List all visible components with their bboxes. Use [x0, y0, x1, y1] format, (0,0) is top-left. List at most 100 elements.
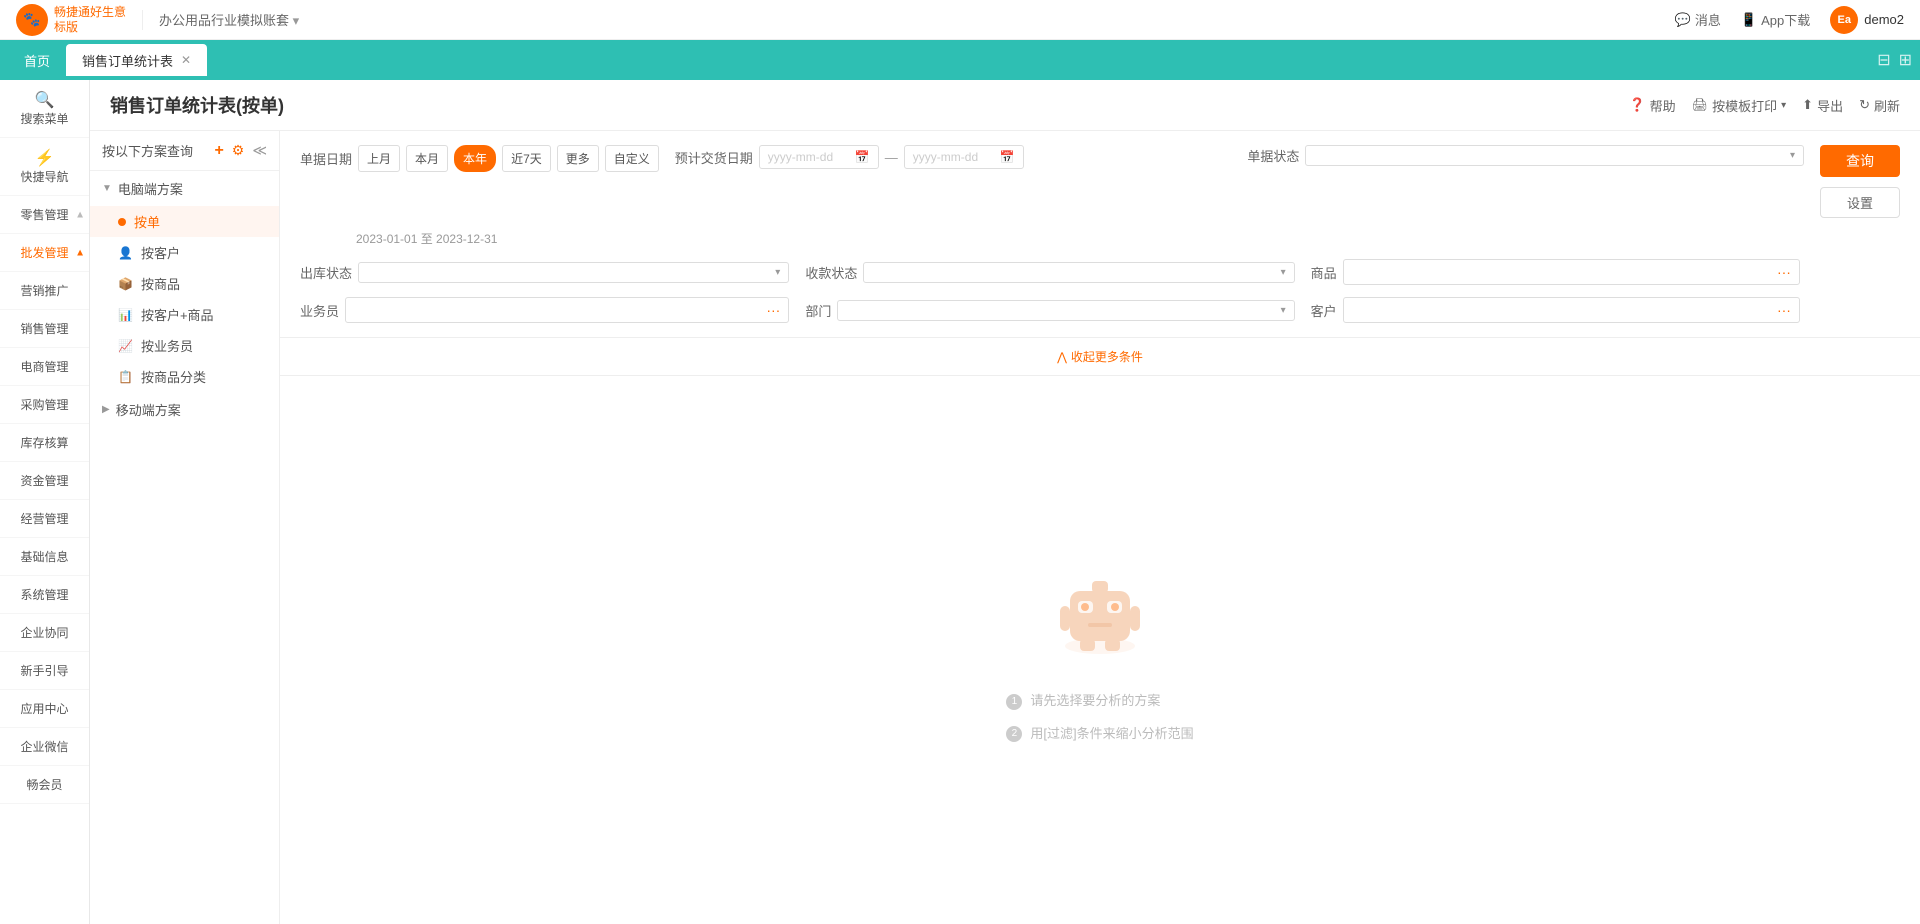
- salesperson-label: 业务员: [300, 301, 339, 320]
- goods-ellipsis[interactable]: ···: [1777, 264, 1791, 280]
- date-btn-custom[interactable]: 自定义: [605, 145, 659, 172]
- scheme-item-by-product[interactable]: 📦 按商品: [90, 268, 279, 299]
- tab-sales-order-stats[interactable]: 销售订单统计表 ✕: [66, 44, 207, 76]
- tab-bar: 首页 销售订单统计表 ✕ ⊟ ⊞: [0, 40, 1920, 80]
- order-status-select[interactable]: ▾: [1305, 145, 1804, 166]
- scheme-panel-title: 按以下方案查询: [102, 141, 193, 160]
- sidebar-item-marketing[interactable]: 营销推广: [0, 272, 89, 310]
- order-status-group: 单据状态 ▾: [1247, 145, 1804, 166]
- scheme-item-by-product-category[interactable]: 📋 按商品分类: [90, 361, 279, 392]
- department-select[interactable]: ▾: [837, 300, 1294, 321]
- sidebar-item-finance-mgmt[interactable]: 资金管理: [0, 462, 89, 500]
- page-title-text: 办公用品行业模拟账套: [159, 13, 289, 28]
- date-btn-this-month[interactable]: 本月: [406, 145, 448, 172]
- sidebar-item-basic-info[interactable]: 基础信息: [0, 538, 89, 576]
- scheme-group-pc-header[interactable]: ▼ 电脑端方案: [90, 171, 279, 206]
- date-btn-last-month[interactable]: 上月: [358, 145, 400, 172]
- expected-date-label: 预计交货日期: [675, 148, 753, 167]
- empty-tip-2: 2 用[过滤]条件来缩小分析范围: [1006, 720, 1193, 749]
- customer-label: 客户: [1311, 301, 1337, 320]
- scheme-item-by-order[interactable]: 按单: [90, 206, 279, 237]
- export-btn[interactable]: ⬆ 导出: [1802, 96, 1843, 115]
- tab-maximize-icon[interactable]: ⊞: [1899, 50, 1912, 70]
- calendar-icon-start: 📅: [855, 150, 870, 164]
- ship-status-select[interactable]: ▾: [358, 262, 789, 283]
- ship-status-label: 出库状态: [300, 263, 352, 282]
- download-icon: 📱: [1741, 12, 1757, 28]
- date-btn-more[interactable]: 更多: [557, 145, 599, 172]
- sidebar-item-sales-mgmt[interactable]: 销售管理: [0, 310, 89, 348]
- refresh-btn[interactable]: ↻ 刷新: [1859, 96, 1900, 115]
- sidebar-item-inventory[interactable]: 库存核算: [0, 424, 89, 462]
- message-action[interactable]: 💬 消息: [1675, 10, 1721, 29]
- scheme-group-mobile-header[interactable]: ▶ 移动端方案: [90, 392, 279, 427]
- collapse-btn[interactable]: ⋀ 收起更多条件: [280, 338, 1920, 376]
- scheme-group-pc-title: 电脑端方案: [118, 179, 183, 198]
- expected-date-end[interactable]: yyyy-mm-dd 📅: [904, 145, 1024, 169]
- page-header: 销售订单统计表(按单) ❓ 帮助 🖨 按模板打印 ▾ ⬆ 导出: [90, 80, 1920, 131]
- customer-ellipsis[interactable]: ···: [1777, 302, 1791, 318]
- query-button[interactable]: 查询: [1820, 145, 1900, 177]
- app-download-label: App下载: [1761, 10, 1810, 29]
- scheme-item-by-salesperson[interactable]: 📈 按业务员: [90, 330, 279, 361]
- settings-button[interactable]: 设置: [1820, 187, 1900, 218]
- scheme-panel: 按以下方案查询 + ⚙ ≪ ▼ 电脑端方案: [90, 131, 280, 924]
- template-print-btn[interactable]: 🖨 按模板打印 ▾: [1692, 96, 1787, 115]
- sidebar-item-app-center[interactable]: 应用中心: [0, 690, 89, 728]
- date-btn-this-year[interactable]: 本年: [454, 145, 496, 172]
- help-btn[interactable]: ❓ 帮助: [1629, 96, 1675, 115]
- sidebar-item-ops-mgmt[interactable]: 经营管理: [0, 500, 89, 538]
- sidebar-item-search-menu[interactable]: 🔍 搜索菜单: [0, 80, 89, 138]
- customer-select[interactable]: ···: [1343, 297, 1800, 323]
- sidebar-item-ecom-mgmt[interactable]: 电商管理: [0, 348, 89, 386]
- order-status-label: 单据状态: [1247, 146, 1299, 165]
- ship-status-group: 出库状态 ▾: [300, 262, 789, 283]
- expected-date-group: 预计交货日期 yyyy-mm-dd 📅 — yyyy-mm-dd 📅: [675, 145, 1232, 169]
- sidebar-item-sys-mgmt[interactable]: 系统管理: [0, 576, 89, 614]
- export-icon: ⬆: [1802, 97, 1813, 113]
- main-wrapper: 🔍 搜索菜单 ⚡ 快捷导航 零售管理 ▲ 批发管理 ▲ 营销推广 销售管理 电商…: [0, 80, 1920, 924]
- product-category-icon: 📋: [118, 370, 133, 384]
- payment-status-label: 收款状态: [805, 263, 857, 282]
- payment-status-select[interactable]: ▾: [863, 262, 1294, 283]
- goods-select[interactable]: ···: [1343, 259, 1800, 285]
- scheme-group-pc: ▼ 电脑端方案 按单 👤 按客户 📦 按商: [90, 171, 279, 392]
- app-download-action[interactable]: 📱 App下载: [1741, 10, 1810, 29]
- filter-row-2: 出库状态 ▾ 收款状态 ▾: [300, 259, 1900, 285]
- scheme-group-pc-arrow: ▼: [102, 183, 112, 194]
- date-btn-last-7-days[interactable]: 近7天: [502, 145, 551, 172]
- sidebar-item-wholesale-mgmt[interactable]: 批发管理 ▲: [0, 234, 89, 272]
- scheme-item-by-customer[interactable]: 👤 按客户: [90, 237, 279, 268]
- scheme-settings-btn[interactable]: ⚙: [232, 142, 245, 159]
- scheme-collapse-btn[interactable]: ≪: [252, 142, 267, 159]
- expected-date-start[interactable]: yyyy-mm-dd 📅: [759, 145, 879, 169]
- tab-close-icon[interactable]: ✕: [181, 53, 191, 67]
- sidebar-item-new-guide[interactable]: 新手引导: [0, 652, 89, 690]
- sidebar-item-quick-nav[interactable]: ⚡ 快捷导航: [0, 138, 89, 196]
- sidebar-item-enterprise-collab[interactable]: 企业协同: [0, 614, 89, 652]
- app-title: 办公用品行业模拟账套 ▾: [159, 10, 299, 29]
- sidebar-item-member[interactable]: 畅会员: [0, 766, 89, 804]
- order-date-label: 单据日期: [300, 149, 352, 168]
- salesperson-ellipsis[interactable]: ···: [766, 302, 780, 318]
- filter-row-1: 单据日期 上月 本月 本年 近7天 更多 自定义 预计交货日期: [300, 145, 1900, 218]
- user-area[interactable]: Ea demo2: [1830, 6, 1904, 34]
- scheme-add-btn[interactable]: +: [214, 142, 223, 160]
- printer-icon: 🖨: [1692, 97, 1709, 113]
- tab-home[interactable]: 首页: [8, 44, 66, 76]
- salesperson-select[interactable]: ···: [345, 297, 789, 323]
- date-range-display: 2023-01-01 至 2023-12-31: [356, 230, 1900, 247]
- sidebar-quick-nav-label: 快捷导航: [6, 168, 83, 185]
- logo-icon: 🐾: [16, 4, 48, 36]
- sidebar-item-purchase-mgmt[interactable]: 采购管理: [0, 386, 89, 424]
- sidebar-item-retail-mgmt[interactable]: 零售管理 ▲: [0, 196, 89, 234]
- page-title: 销售订单统计表(按单): [110, 92, 284, 118]
- title-dropdown-icon[interactable]: ▾: [293, 13, 300, 28]
- scheme-item-by-customer-label: 按客户: [141, 243, 180, 262]
- retail-mgmt-arrow: ▲: [75, 209, 85, 220]
- tab-minimize-icon[interactable]: ⊟: [1877, 50, 1890, 70]
- sidebar-item-enterprise-wechat[interactable]: 企业微信: [0, 728, 89, 766]
- scheme-item-by-customer-product[interactable]: 📊 按客户+商品: [90, 299, 279, 330]
- filter-form: 单据日期 上月 本月 本年 近7天 更多 自定义 预计交货日期: [280, 131, 1920, 338]
- help-label: 帮助: [1650, 96, 1676, 115]
